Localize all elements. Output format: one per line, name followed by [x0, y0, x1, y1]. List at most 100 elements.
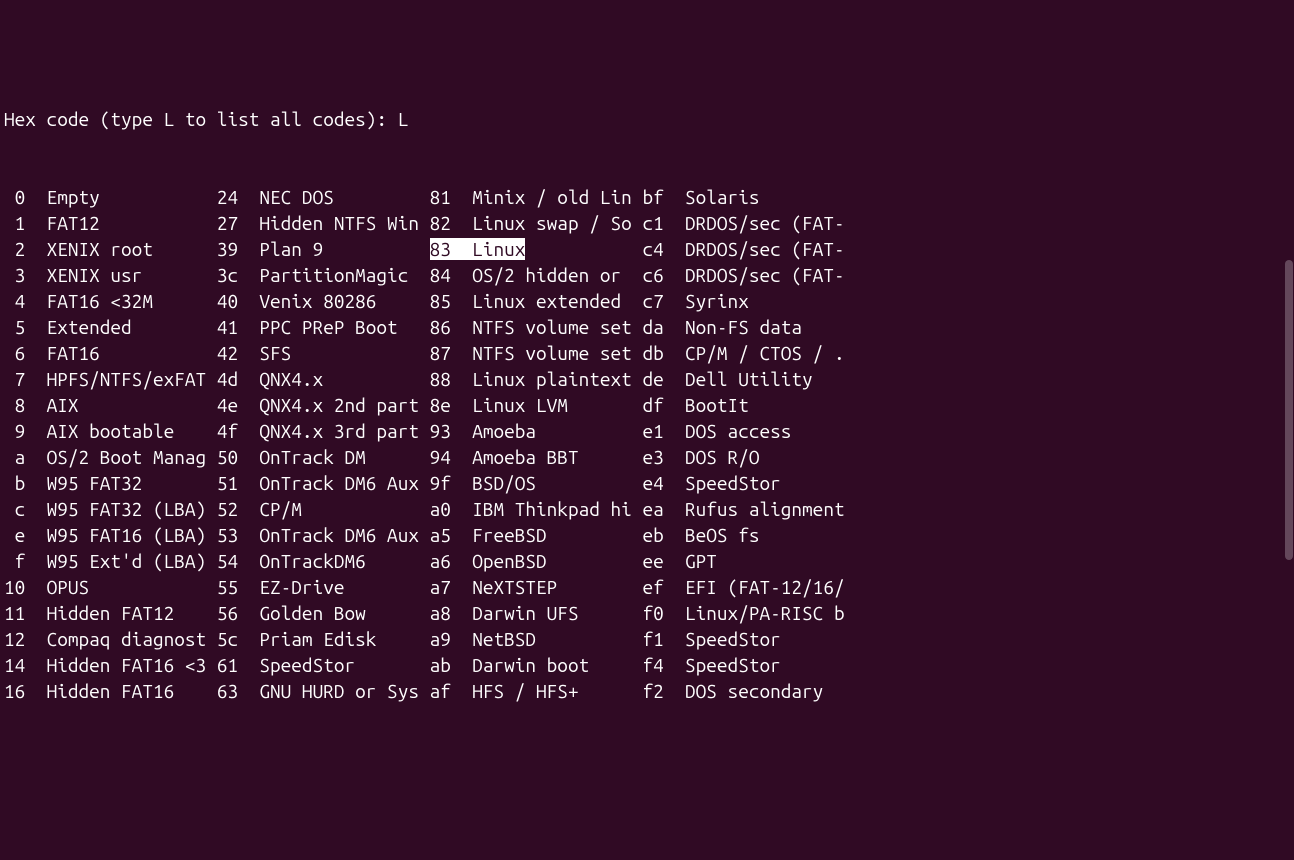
partition-type-name: AIX — [47, 394, 217, 416]
partition-type-name: Syrinx — [685, 290, 749, 312]
partition-type-name: DRDOS/sec (FAT- — [685, 212, 845, 234]
partition-type-name: DOS secondary — [685, 680, 823, 702]
table-row: 11 Hidden FAT12 56 Golden Bow a8 Darwin … — [4, 600, 1290, 626]
table-row: f W95 Ext'd (LBA) 54 OnTrackDM6 a6 OpenB… — [4, 548, 1290, 574]
table-row: e W95 FAT16 (LBA) 53 OnTrack DM6 Aux a5 … — [4, 522, 1290, 548]
partition-type-code: 87 — [430, 342, 451, 364]
partition-type-code: 8e — [430, 394, 451, 416]
partition-type-name: EFI (FAT-12/16/ — [685, 576, 845, 598]
partition-type-code: 88 — [430, 368, 451, 390]
partition-type-code: 61 — [217, 654, 238, 676]
partition-type-code: 93 — [430, 420, 451, 442]
partition-type-name: NEC DOS — [259, 186, 429, 208]
partition-type-code: c7 — [642, 290, 663, 312]
table-row: 4 FAT16 <32M 40 Venix 80286 85 Linux ext… — [4, 288, 1290, 314]
partition-type-code: 14 — [4, 654, 25, 676]
partition-type-name: Solaris — [685, 186, 759, 208]
table-row: 7 HPFS/NTFS/exFAT 4d QNX4.x 88 Linux pla… — [4, 366, 1290, 392]
partition-type-name: SpeedStor — [259, 654, 429, 676]
partition-type-code: 11 — [4, 602, 25, 624]
partition-type-name: Plan 9 — [259, 238, 429, 260]
partition-type-code: a0 — [430, 498, 451, 520]
partition-type-code: 82 — [430, 212, 451, 234]
partition-type-name: HFS / HFS+ — [472, 680, 642, 702]
partition-type-name: EZ-Drive — [259, 576, 429, 598]
table-row: 8 AIX 4e QNX4.x 2nd part 8e Linux LVM df… — [4, 392, 1290, 418]
partition-type-code: 24 — [217, 186, 238, 208]
partition-type-code: a — [4, 446, 25, 468]
table-row: c W95 FAT32 (LBA) 52 CP/M a0 IBM Thinkpa… — [4, 496, 1290, 522]
partition-type-name: CP/M — [259, 498, 429, 520]
partition-type-name: BootIt — [685, 394, 749, 416]
partition-type-code: ef — [642, 576, 663, 598]
partition-type-name: Amoeba BBT — [472, 446, 642, 468]
table-row: a OS/2 Boot Manag 50 OnTrack DM 94 Amoeb… — [4, 444, 1290, 470]
partition-type-code: c1 — [642, 212, 663, 234]
partition-type-name: NTFS volume set — [472, 342, 642, 364]
partition-type-code: c4 — [642, 238, 663, 260]
partition-type-code: 5 — [4, 316, 25, 338]
partition-type-code: 7 — [4, 368, 25, 390]
partition-type-name: DOS access — [685, 420, 791, 442]
partition-type-name: Compaq diagnost — [47, 628, 217, 650]
partition-type-name: PPC PReP Boot — [259, 316, 429, 338]
partition-type-code: 10 — [4, 576, 25, 598]
partition-type-name: Darwin boot — [472, 654, 642, 676]
table-row: 3 XENIX usr 3c PartitionMagic 84 OS/2 hi… — [4, 262, 1290, 288]
partition-type-name: FreeBSD — [472, 524, 642, 546]
partition-type-code: da — [642, 316, 663, 338]
partition-type-name: Linux plaintext — [472, 368, 642, 390]
partition-type-name: NeXTSTEP — [472, 576, 642, 598]
partition-type-name: QNX4.x 2nd part — [259, 394, 429, 416]
table-row: 14 Hidden FAT16 <3 61 SpeedStor ab Darwi… — [4, 652, 1290, 678]
partition-type-name: W95 Ext'd (LBA) — [47, 550, 217, 572]
partition-type-name: Hidden NTFS Win — [259, 212, 429, 234]
partition-type-code: 39 — [217, 238, 238, 260]
partition-type-name: QNX4.x — [259, 368, 429, 390]
partition-type-name: OS/2 hidden or — [472, 264, 642, 286]
partition-type-code: e4 — [642, 472, 663, 494]
partition-type-name: Linux/PA-RISC b — [685, 602, 845, 624]
partition-type-name: Linux extended — [472, 290, 642, 312]
partition-type-code: 55 — [217, 576, 238, 598]
partition-type-code: 16 — [4, 680, 25, 702]
partition-type-code: 4d — [217, 368, 238, 390]
partition-type-name: Linux LVM — [472, 394, 642, 416]
partition-type-code: b — [4, 472, 25, 494]
partition-type-code: af — [430, 680, 451, 702]
partition-type-name: SpeedStor — [685, 654, 781, 676]
partition-type-code: a7 — [430, 576, 451, 598]
partition-type-selected: 83 Linux — [430, 238, 526, 260]
partition-type-code: a9 — [430, 628, 451, 650]
partition-type-name: OnTrack DM6 Aux — [259, 524, 429, 546]
partition-type-name: OnTrack DM6 Aux — [259, 472, 429, 494]
partition-type-name: Extended — [47, 316, 217, 338]
partition-type-code: e1 — [642, 420, 663, 442]
table-row: b W95 FAT32 51 OnTrack DM6 Aux 9f BSD/OS… — [4, 470, 1290, 496]
partition-type-name: W95 FAT32 — [47, 472, 217, 494]
partition-type-code: 4 — [4, 290, 25, 312]
partition-type-name: FAT16 <32M — [47, 290, 217, 312]
partition-type-code: 3 — [4, 264, 25, 286]
partition-type-name: OPUS — [47, 576, 217, 598]
partition-type-name: FAT12 — [47, 212, 217, 234]
hex-code-input-value[interactable]: L — [398, 108, 409, 130]
scrollbar-thumb[interactable] — [1285, 260, 1293, 560]
partition-type-name: OnTrack DM — [259, 446, 429, 468]
partition-type-code: de — [642, 368, 663, 390]
partition-type-name: Golden Bow — [259, 602, 429, 624]
partition-type-code: 53 — [217, 524, 238, 546]
partition-type-code: 1 — [4, 212, 25, 234]
partition-type-table: 0 Empty 24 NEC DOS 81 Minix / old Lin bf… — [4, 184, 1290, 704]
partition-type-name: PartitionMagic — [259, 264, 429, 286]
partition-type-code: f1 — [642, 628, 663, 650]
partition-type-code: 0 — [4, 186, 25, 208]
partition-type-name: Hidden FAT16 — [47, 680, 217, 702]
partition-type-code: a6 — [430, 550, 451, 572]
partition-type-code: e — [4, 524, 25, 546]
partition-type-code: 9f — [430, 472, 451, 494]
partition-type-name: SFS — [259, 342, 429, 364]
partition-type-code: e3 — [642, 446, 663, 468]
partition-type-name: XENIX root — [47, 238, 217, 260]
partition-type-name: Non-FS data — [685, 316, 802, 338]
